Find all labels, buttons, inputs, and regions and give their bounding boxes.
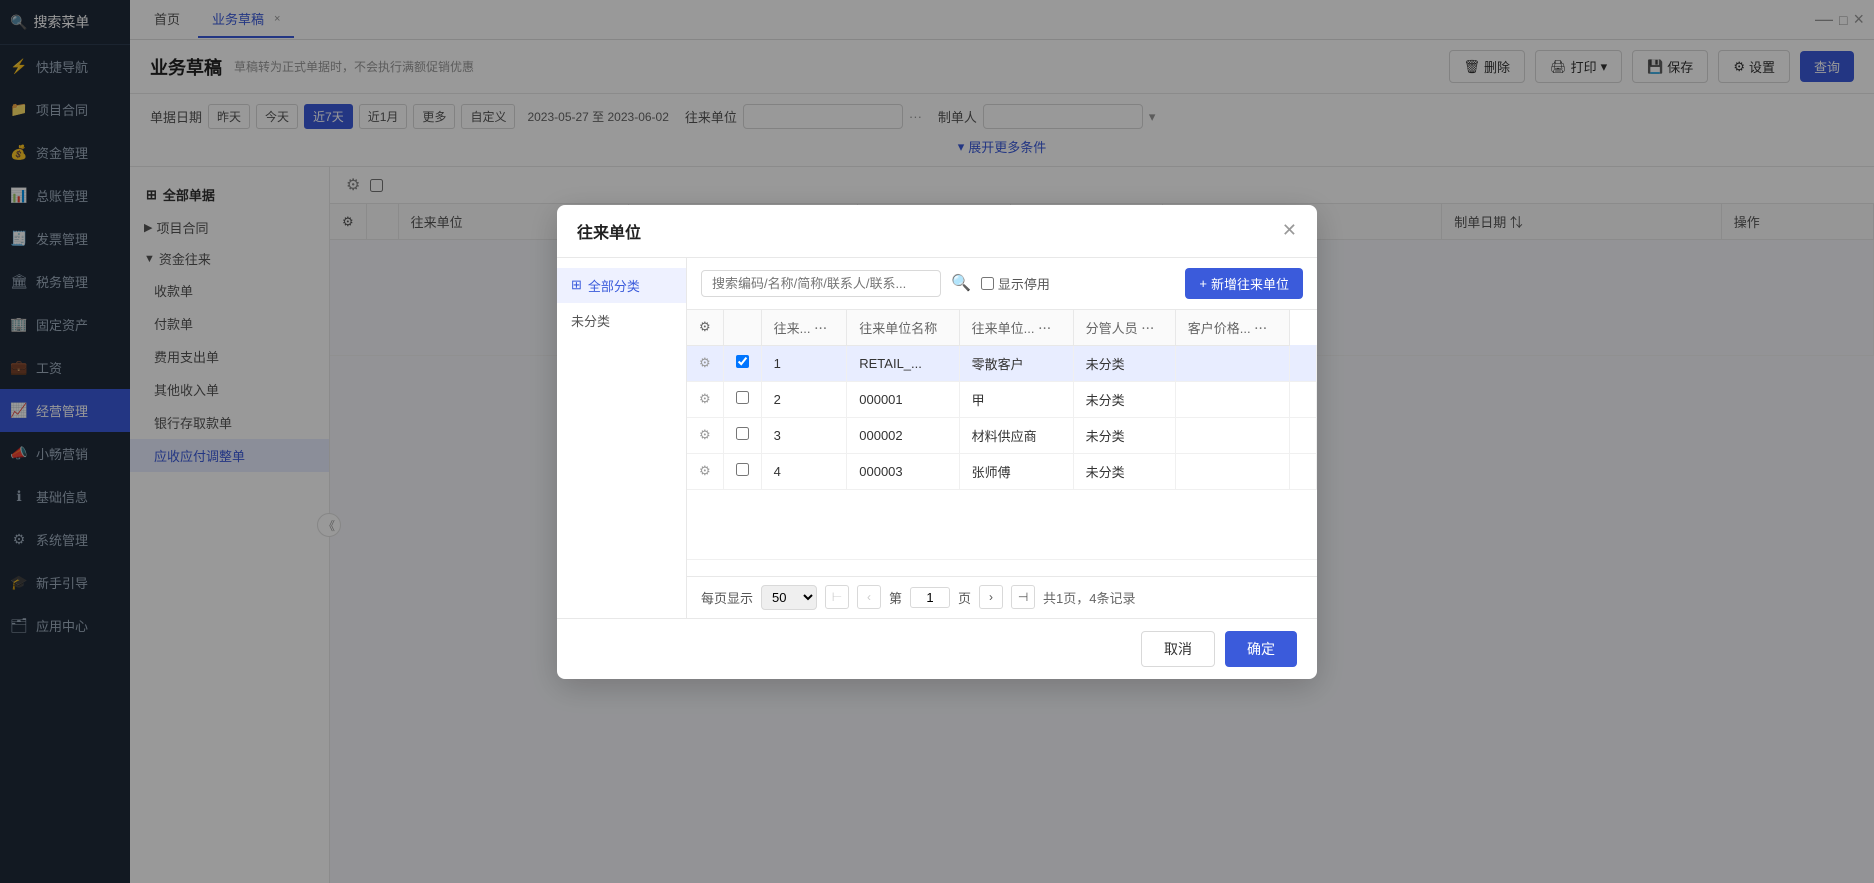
add-icon: + xyxy=(1199,276,1207,291)
modal-sidebar-unclassified[interactable]: 未分类 xyxy=(557,303,686,338)
row-settings-cell: ⚙ xyxy=(687,381,723,417)
row-checkbox[interactable] xyxy=(736,463,749,476)
modal-table-row[interactable]: ⚙ 3 000002 材料供应商 未分类 xyxy=(687,417,1317,453)
row-num-cell: 4 xyxy=(761,453,847,489)
modal-sidebar-all[interactable]: ⊞ 全部分类 xyxy=(557,268,686,303)
page-label: 第 xyxy=(889,588,902,607)
modal-horizontal-scrollbar[interactable] xyxy=(687,564,1317,572)
row-name-cell: 材料供应商 xyxy=(959,417,1073,453)
show-disabled-checkbox[interactable] xyxy=(981,277,994,290)
row-num-cell: 3 xyxy=(761,417,847,453)
row-category-cell: 未分类 xyxy=(1073,417,1175,453)
grid-icon: ⊞ xyxy=(571,277,582,293)
row-price-cell xyxy=(1289,453,1316,489)
row-salesperson-cell xyxy=(1175,417,1289,453)
modal-scrollbar-wrap xyxy=(687,559,1317,576)
cancel-label: 取消 xyxy=(1164,641,1192,657)
modal-body: ⊞ 全部分类 未分类 🔍 显示停用 xyxy=(557,258,1317,618)
row-salesperson-cell xyxy=(1175,381,1289,417)
row-code-cell: 000003 xyxy=(847,453,959,489)
modal-col-salesperson: 分管人员 ⋯ xyxy=(1073,310,1175,346)
modal-overlay[interactable]: 往来单位 ✕ ⊞ 全部分类 未分类 🔍 xyxy=(0,0,1874,883)
modal-search-icon[interactable]: 🔍 xyxy=(951,273,971,293)
page-suffix: 页 xyxy=(958,588,971,607)
modal-col-category: 往来单位... ⋯ xyxy=(959,310,1073,346)
modal-col-price: 客户价格... ⋯ xyxy=(1175,310,1289,346)
row-checkbox-cell[interactable] xyxy=(723,453,761,489)
modal-toolbar: 🔍 显示停用 + 新增往来单位 xyxy=(687,258,1317,310)
modal-content-area: 🔍 显示停用 + 新增往来单位 xyxy=(687,258,1317,618)
row-checkbox[interactable] xyxy=(736,391,749,404)
show-disabled-label[interactable]: 显示停用 xyxy=(981,274,1050,293)
row-salesperson-cell xyxy=(1175,345,1289,381)
row-settings-cell: ⚙ xyxy=(687,417,723,453)
row-name-cell: 甲 xyxy=(959,381,1073,417)
page-first-btn[interactable]: ⊢ xyxy=(825,585,849,609)
row-settings-cell: ⚙ xyxy=(687,345,723,381)
modal-dialog-footer: 取消 确定 xyxy=(557,618,1317,679)
confirm-label: 确定 xyxy=(1247,641,1275,657)
show-disabled-text: 显示停用 xyxy=(998,274,1050,293)
page-total: 共1页，4条记录 xyxy=(1043,588,1135,607)
modal-footer-bar: 每页显示 50 100 ⊢ ‹ 第 页 › ⊣ 共1页，4条记录 xyxy=(687,576,1317,618)
modal-table-container: ⚙ 往来... ⋯ 往来单位名称 往来单位... ⋯ 分管人员 ⋯ 客户价格..… xyxy=(687,310,1317,559)
row-code-cell: RETAIL_... xyxy=(847,345,959,381)
modal-table-row[interactable]: ⚙ 2 000001 甲 未分类 xyxy=(687,381,1317,417)
modal-sidebar-unclassified-label: 未分类 xyxy=(571,311,610,330)
modal-cancel-btn[interactable]: 取消 xyxy=(1141,631,1215,667)
modal-title: 往来单位 xyxy=(577,219,641,243)
row-name-cell: 张师傅 xyxy=(959,453,1073,489)
row-checkbox[interactable] xyxy=(736,427,749,440)
modal-dialog: 往来单位 ✕ ⊞ 全部分类 未分类 🔍 xyxy=(557,205,1317,679)
modal-table-row[interactable]: ⚙ 4 000003 张师傅 未分类 xyxy=(687,453,1317,489)
modal-table: ⚙ 往来... ⋯ 往来单位名称 往来单位... ⋯ 分管人员 ⋯ 客户价格..… xyxy=(687,310,1317,490)
row-price-cell xyxy=(1289,381,1316,417)
add-unit-label: 新增往来单位 xyxy=(1211,274,1289,293)
page-last-btn[interactable]: ⊣ xyxy=(1011,585,1035,609)
modal-sidebar: ⊞ 全部分类 未分类 xyxy=(557,258,687,618)
row-name-cell: 零散客户 xyxy=(959,345,1073,381)
page-prev-btn[interactable]: ‹ xyxy=(857,585,881,609)
row-checkbox-cell[interactable] xyxy=(723,345,761,381)
row-salesperson-cell xyxy=(1175,453,1289,489)
row-code-cell: 000001 xyxy=(847,381,959,417)
row-category-cell: 未分类 xyxy=(1073,453,1175,489)
row-checkbox-cell[interactable] xyxy=(723,417,761,453)
modal-search-wrap: 🔍 显示停用 xyxy=(701,270,1050,297)
page-input[interactable] xyxy=(910,587,950,608)
modal-search-input[interactable] xyxy=(701,270,941,297)
modal-header: 往来单位 ✕ xyxy=(557,205,1317,258)
row-settings-cell: ⚙ xyxy=(687,453,723,489)
row-num-cell: 2 xyxy=(761,381,847,417)
add-unit-button[interactable]: + 新增往来单位 xyxy=(1185,268,1303,299)
page-next-btn[interactable]: › xyxy=(979,585,1003,609)
row-checkbox-cell[interactable] xyxy=(723,381,761,417)
modal-col-code: 往来... ⋯ xyxy=(761,310,847,346)
row-num-cell: 1 xyxy=(761,345,847,381)
modal-sidebar-all-label: 全部分类 xyxy=(588,276,640,295)
modal-col-settings: ⚙ xyxy=(687,310,723,346)
modal-col-name: 往来单位名称 xyxy=(847,310,959,346)
row-category-cell: 未分类 xyxy=(1073,345,1175,381)
row-category-cell: 未分类 xyxy=(1073,381,1175,417)
per-page-label: 每页显示 xyxy=(701,588,753,607)
row-code-cell: 000002 xyxy=(847,417,959,453)
modal-close-btn[interactable]: ✕ xyxy=(1282,220,1297,241)
pagination-wrap: 每页显示 50 100 ⊢ ‹ 第 页 › ⊣ 共1页，4条记录 xyxy=(701,585,1136,610)
per-page-select[interactable]: 50 100 xyxy=(761,585,817,610)
row-checkbox[interactable] xyxy=(736,355,749,368)
row-price-cell xyxy=(1289,417,1316,453)
modal-confirm-btn[interactable]: 确定 xyxy=(1225,631,1297,667)
modal-col-checkbox xyxy=(723,310,761,346)
modal-table-row[interactable]: ⚙ 1 RETAIL_... 零散客户 未分类 xyxy=(687,345,1317,381)
row-price-cell xyxy=(1289,345,1316,381)
